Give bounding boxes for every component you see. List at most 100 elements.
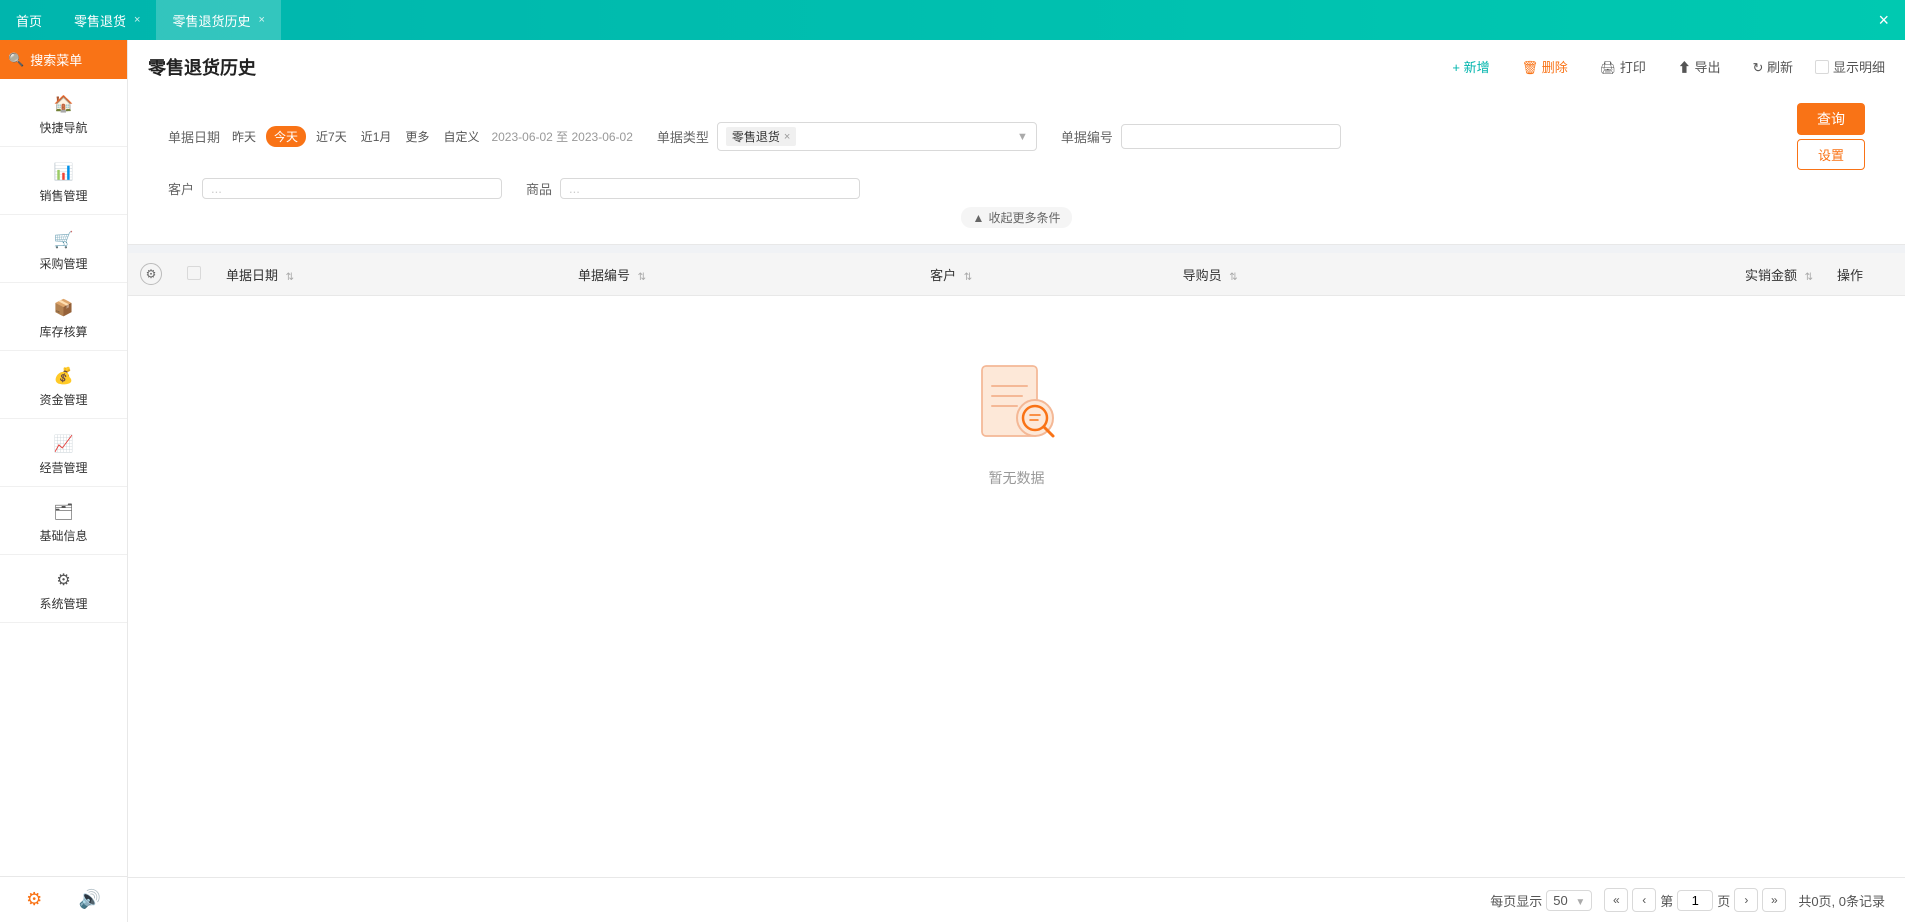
finance-icon: 💰 (53, 365, 75, 387)
settings-bottom-icon[interactable]: ⚙ (26, 889, 42, 910)
date-btn-yesterday[interactable]: 昨天 (228, 126, 260, 147)
tab-retail-return-close[interactable]: × (134, 14, 140, 26)
page-size-value: 50 (1553, 893, 1567, 908)
goods-label: 商品 (526, 179, 552, 198)
goods-input[interactable]: ... (560, 178, 860, 199)
page-input[interactable] (1677, 890, 1713, 911)
display-detail-checkbox[interactable] (1815, 60, 1829, 74)
sidebar-item-purchase-label: 采购管理 (39, 255, 87, 272)
page-nav: « ‹ 第 页 › » (1604, 888, 1786, 912)
display-detail-label: 显示明细 (1833, 57, 1885, 76)
sidebar-item-purchase[interactable]: 🛒 采购管理 (0, 215, 127, 283)
table-container: ⚙ 单据日期 ⇅ 单据编号 ⇅ (128, 253, 1905, 877)
prev-page-button[interactable]: ‹ (1632, 888, 1656, 912)
customer-input[interactable]: ... (202, 178, 502, 199)
sort-icon-guide: ⇅ (1229, 272, 1237, 283)
main-layout: 🔍 搜索菜单 🏠 快捷导航 📊 销售管理 🛒 采购管理 📦 库存核算 💰 资金管… (0, 40, 1905, 922)
sidebar-item-quick-nav[interactable]: 🏠 快捷导航 (0, 79, 127, 147)
toolbar: + 新增 🗑 删除 🖨 打印 ⬆ 导出 ↻ 刷新 显示明细 (1442, 52, 1885, 81)
doc-type-select[interactable]: 零售退货 × ▼ (717, 122, 1037, 151)
sidebar-item-operations[interactable]: 📈 经营管理 (0, 419, 127, 487)
export-button[interactable]: ⬆ 导出 (1668, 52, 1731, 81)
th-customer-label: 客户 (930, 268, 956, 283)
page-size-box[interactable]: 50 ▼ (1546, 890, 1592, 911)
customer-label: 客户 (168, 179, 194, 198)
sidebar-item-system-label: 系统管理 (39, 595, 87, 612)
th-doc-date[interactable]: 单据日期 ⇅ (214, 253, 566, 296)
sidebar-item-quick-nav-label: 快捷导航 (39, 119, 87, 136)
th-settings[interactable]: ⚙ (128, 253, 174, 296)
system-icon: ⚙ (53, 569, 75, 591)
window-close-button[interactable]: × (1862, 10, 1905, 31)
tab-retail-return-history-close[interactable]: × (258, 14, 264, 26)
th-amount[interactable]: 实销金额 ⇅ (1473, 253, 1825, 296)
sort-icon-doc-date: ⇅ (286, 272, 294, 283)
doc-no-label: 单据编号 (1061, 127, 1113, 146)
th-customer[interactable]: 客户 ⇅ (918, 253, 1171, 296)
select-all-checkbox[interactable] (187, 266, 201, 280)
sound-icon[interactable]: 🔊 (78, 889, 100, 910)
sidebar-item-sales[interactable]: 📊 销售管理 (0, 147, 127, 215)
sidebar-item-inventory[interactable]: 📦 库存核算 (0, 283, 127, 351)
th-guide[interactable]: 导购员 ⇅ (1171, 253, 1473, 296)
data-table: ⚙ 单据日期 ⇅ 单据编号 ⇅ (128, 253, 1905, 296)
collapse-icon: ▲ (973, 211, 985, 225)
query-button[interactable]: 查询 (1797, 103, 1865, 135)
tab-retail-return-history[interactable]: 零售退货历史 × (156, 0, 280, 40)
page-title: 零售退货历史 (148, 54, 256, 80)
doc-no-filter: 单据编号 (1061, 124, 1341, 149)
date-btn-7days[interactable]: 近7天 (312, 126, 351, 147)
sidebar-search[interactable]: 🔍 搜索菜单 (0, 40, 127, 79)
filter-area: 单据日期 昨天 今天 近7天 近1月 更多 自定义 2023-06-02 至 2… (148, 93, 1885, 244)
collapse-label: 收起更多条件 (988, 209, 1060, 226)
sidebar-item-system[interactable]: ⚙ 系统管理 (0, 555, 127, 623)
th-doc-no-label: 单据编号 (578, 268, 630, 283)
date-btn-1month[interactable]: 近1月 (357, 126, 396, 147)
th-doc-date-label: 单据日期 (226, 268, 278, 283)
sales-icon: 📊 (53, 161, 75, 183)
settings-button[interactable]: 设置 (1797, 139, 1865, 170)
print-button[interactable]: 🖨 打印 (1590, 52, 1656, 81)
sidebar-item-finance-label: 资金管理 (39, 391, 87, 408)
refresh-button[interactable]: ↻ 刷新 (1742, 52, 1803, 81)
top-bar: 首页 零售退货 × 零售退货历史 × × (0, 0, 1905, 40)
date-btn-custom[interactable]: 自定义 (439, 126, 483, 147)
pagination-bar: 每页显示 50 ▼ « ‹ 第 页 › » 共0页, 0条记录 (128, 877, 1905, 922)
tab-retail-return-history-label: 零售退货历史 (172, 11, 250, 30)
display-detail-toggle[interactable]: 显示明细 (1815, 57, 1885, 76)
sidebar: 🔍 搜索菜单 🏠 快捷导航 📊 销售管理 🛒 采购管理 📦 库存核算 💰 资金管… (0, 40, 128, 922)
sidebar-item-basic-info[interactable]: 🗂 基础信息 (0, 487, 127, 555)
th-ops: 操作 (1825, 253, 1905, 296)
sidebar-item-inventory-label: 库存核算 (39, 323, 87, 340)
tab-home[interactable]: 首页 (0, 0, 58, 40)
th-checkbox[interactable] (174, 253, 214, 296)
inventory-icon: 📦 (53, 297, 75, 319)
first-page-button[interactable]: « (1604, 888, 1628, 912)
filter-row-1: 单据日期 昨天 今天 近7天 近1月 更多 自定义 2023-06-02 至 2… (168, 103, 1865, 170)
column-settings-icon[interactable]: ⚙ (140, 263, 162, 285)
next-page-button[interactable]: › (1734, 888, 1758, 912)
doc-no-input[interactable] (1121, 124, 1341, 149)
content-area: 零售退货历史 + 新增 🗑 删除 🖨 打印 ⬆ 导出 ↻ 刷新 显示明细 (128, 40, 1905, 922)
doc-type-tag-close[interactable]: × (784, 131, 790, 143)
date-btn-today[interactable]: 今天 (266, 126, 306, 147)
collapse-button[interactable]: ▲ 收起更多条件 (961, 207, 1073, 228)
page-suffix: 页 (1717, 891, 1730, 910)
delete-button[interactable]: 🗑 删除 (1512, 52, 1578, 81)
purchase-icon: 🛒 (53, 229, 75, 251)
filter-row-2: 客户 ... 商品 ... (168, 178, 1865, 199)
last-page-button[interactable]: » (1762, 888, 1786, 912)
th-doc-no[interactable]: 单据编号 ⇅ (566, 253, 918, 296)
date-btn-more[interactable]: 更多 (401, 126, 433, 147)
tab-list: 首页 零售退货 × 零售退货历史 × (0, 0, 1862, 40)
page-header: 零售退货历史 + 新增 🗑 删除 🖨 打印 ⬆ 导出 ↻ 刷新 显示明细 (128, 40, 1905, 245)
tab-home-label: 首页 (16, 11, 42, 30)
add-button[interactable]: + 新增 (1442, 52, 1499, 81)
operations-icon: 📈 (53, 433, 75, 455)
page-size-select: 每页显示 50 ▼ (1490, 890, 1592, 911)
sidebar-search-label: 搜索菜单 (30, 50, 82, 69)
tab-retail-return[interactable]: 零售退货 × (58, 0, 156, 40)
doc-type-dropdown-arrow: ▼ (1017, 131, 1028, 143)
date-filter: 单据日期 昨天 今天 近7天 近1月 更多 自定义 2023-06-02 至 2… (168, 126, 633, 147)
sidebar-item-finance[interactable]: 💰 资金管理 (0, 351, 127, 419)
